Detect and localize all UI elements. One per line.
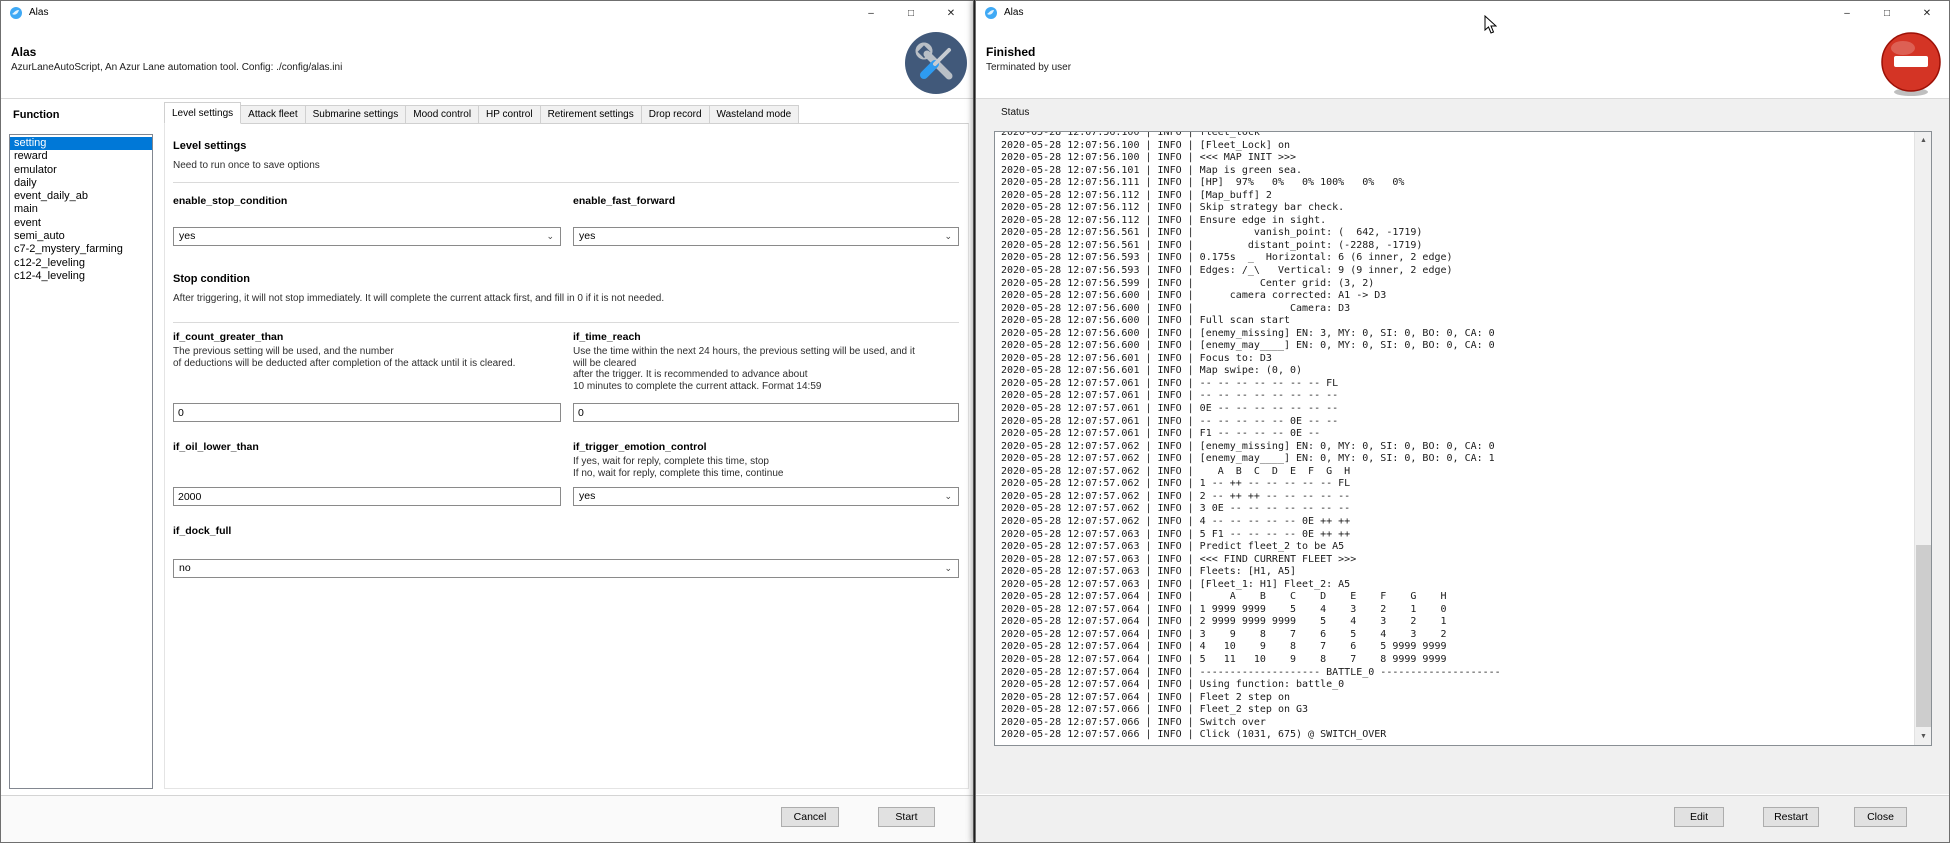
enable-stop-condition-select[interactable]: yes ⌄ bbox=[173, 227, 561, 246]
function-list[interactable]: setting reward emulator daily event_dail… bbox=[9, 134, 153, 789]
if-trigger-emotion-control-value: yes bbox=[579, 488, 595, 505]
label-enable-fast-forward: enable_fast_forward bbox=[573, 195, 675, 207]
log-scrollbar[interactable]: ▲ ▼ bbox=[1914, 132, 1931, 745]
function-item-emulator[interactable]: emulator bbox=[10, 164, 152, 177]
divider bbox=[173, 322, 959, 323]
tab-attack-fleet[interactable]: Attack fleet bbox=[241, 105, 305, 124]
maximize-button[interactable]: □ bbox=[891, 1, 931, 25]
function-panel-label: Function bbox=[13, 109, 59, 121]
label-if-oil-lower-than: if_oil_lower_than bbox=[173, 441, 259, 453]
tab-level-settings[interactable]: Level settings bbox=[164, 102, 241, 124]
page-subtitle: AzurLaneAutoScript, An Azur Lane automat… bbox=[11, 62, 342, 73]
desc-if-trigger-emotion-control: If yes, wait for reply, complete this ti… bbox=[573, 456, 965, 479]
enable-fast-forward-select[interactable]: yes ⌄ bbox=[573, 227, 959, 246]
function-item-c12-4-leveling[interactable]: c12-4_leveling bbox=[10, 270, 152, 283]
restart-button[interactable]: Restart bbox=[1763, 807, 1819, 827]
status-subtitle: Terminated by user bbox=[986, 62, 1071, 73]
tab-retirement-settings[interactable]: Retirement settings bbox=[541, 105, 642, 124]
edit-button[interactable]: Edit bbox=[1674, 807, 1724, 827]
if-dock-full-value: no bbox=[179, 560, 191, 577]
function-item-daily[interactable]: daily bbox=[10, 177, 152, 190]
tab-mood-control[interactable]: Mood control bbox=[406, 105, 479, 124]
chevron-down-icon: ⌄ bbox=[944, 560, 958, 577]
tab-drop-record[interactable]: Drop record bbox=[642, 105, 710, 124]
function-item-main[interactable]: main bbox=[10, 203, 152, 216]
desc-if-count-greater-than: The previous setting will be used, and t… bbox=[173, 346, 565, 369]
alas-log-window: Alas – □ ✕ Finished Terminated by user S… bbox=[975, 0, 1950, 843]
section-title-stop-condition: Stop condition bbox=[173, 273, 250, 285]
log-output[interactable]: 2020-05-28 12:07:56.100 | INFO | fleet_l… bbox=[994, 131, 1932, 746]
function-item-c12-2-leveling[interactable]: c12-2_leveling bbox=[10, 257, 152, 270]
tab-wasteland-mode[interactable]: Wasteland mode bbox=[710, 105, 800, 124]
maximize-button[interactable]: □ bbox=[1867, 1, 1907, 25]
titlebar[interactable]: Alas – □ ✕ bbox=[1, 1, 973, 25]
function-item-event-daily-ab[interactable]: event_daily_ab bbox=[10, 190, 152, 203]
minimize-button[interactable]: – bbox=[1827, 1, 1867, 25]
label-if-trigger-emotion-control: if_trigger_emotion_control bbox=[573, 441, 707, 453]
status-group-label: Status bbox=[1001, 107, 1029, 118]
scroll-up-icon[interactable]: ▲ bbox=[1915, 132, 1932, 149]
if-trigger-emotion-control-select[interactable]: yes ⌄ bbox=[573, 487, 959, 506]
label-if-dock-full: if_dock_full bbox=[173, 525, 231, 537]
tab-hp-control[interactable]: HP control bbox=[479, 105, 541, 124]
window-title: Alas bbox=[29, 7, 48, 18]
page-title: Alas bbox=[11, 45, 36, 59]
minimize-button[interactable]: – bbox=[851, 1, 891, 25]
titlebar[interactable]: Alas – □ ✕ bbox=[976, 1, 1949, 25]
function-item-c7-2-mystery-farming[interactable]: c7-2_mystery_farming bbox=[10, 243, 152, 256]
header-divider bbox=[1, 98, 973, 99]
function-item-setting[interactable]: setting bbox=[10, 137, 152, 150]
alas-logo-icon bbox=[9, 6, 23, 20]
if-dock-full-select[interactable]: no ⌄ bbox=[173, 559, 959, 578]
section-desc-stop-condition: After triggering, it will not stop immed… bbox=[173, 293, 963, 305]
screen: Alas – □ ✕ Alas AzurLaneAutoScript, An A… bbox=[0, 0, 1950, 843]
footer: Edit Restart Close bbox=[976, 796, 1949, 842]
chevron-down-icon: ⌄ bbox=[546, 228, 560, 245]
start-button[interactable]: Start bbox=[878, 807, 935, 827]
alas-config-window: Alas – □ ✕ Alas AzurLaneAutoScript, An A… bbox=[0, 0, 974, 843]
window-title: Alas bbox=[1004, 7, 1023, 18]
chevron-down-icon: ⌄ bbox=[944, 228, 958, 245]
desc-if-time-reach: Use the time within the next 24 hours, t… bbox=[573, 346, 965, 392]
tools-wrench-icon bbox=[904, 31, 968, 97]
footer: Cancel Start bbox=[1, 796, 973, 842]
divider bbox=[173, 182, 959, 183]
close-button[interactable]: ✕ bbox=[1907, 1, 1947, 25]
label-if-time-reach: if_time_reach bbox=[573, 331, 641, 343]
section-title-level-settings: Level settings bbox=[173, 140, 246, 152]
scrollbar-thumb[interactable] bbox=[1916, 545, 1931, 727]
scroll-down-icon[interactable]: ▼ bbox=[1915, 728, 1932, 745]
if-count-greater-than-input[interactable] bbox=[173, 403, 561, 422]
settings-tabbar: Level settings Attack fleet Submarine se… bbox=[164, 102, 799, 124]
chevron-down-icon: ⌄ bbox=[944, 488, 958, 505]
enable-fast-forward-value: yes bbox=[579, 228, 595, 245]
label-enable-stop-condition: enable_stop_condition bbox=[173, 195, 287, 207]
alas-logo-icon bbox=[984, 6, 998, 20]
function-item-semi-auto[interactable]: semi_auto bbox=[10, 230, 152, 243]
section-desc-level-settings: Need to run once to save options bbox=[173, 160, 320, 172]
mouse-cursor bbox=[1484, 15, 1497, 40]
log-text: 2020-05-28 12:07:56.100 | INFO | fleet_l… bbox=[1001, 131, 1501, 742]
function-item-reward[interactable]: reward bbox=[10, 150, 152, 163]
function-item-event[interactable]: event bbox=[10, 217, 152, 230]
enable-stop-condition-value: yes bbox=[179, 228, 195, 245]
cancel-button[interactable]: Cancel bbox=[781, 807, 839, 827]
label-if-count-greater-than: if_count_greater_than bbox=[173, 331, 283, 343]
status-title: Finished bbox=[986, 45, 1035, 59]
tab-submarine-settings[interactable]: Submarine settings bbox=[306, 105, 407, 124]
if-time-reach-input[interactable] bbox=[573, 403, 959, 422]
if-oil-lower-than-input[interactable] bbox=[173, 487, 561, 506]
stop-sign-icon bbox=[1879, 31, 1943, 97]
close-button[interactable]: ✕ bbox=[931, 1, 971, 25]
close-window-button[interactable]: Close bbox=[1854, 807, 1907, 827]
